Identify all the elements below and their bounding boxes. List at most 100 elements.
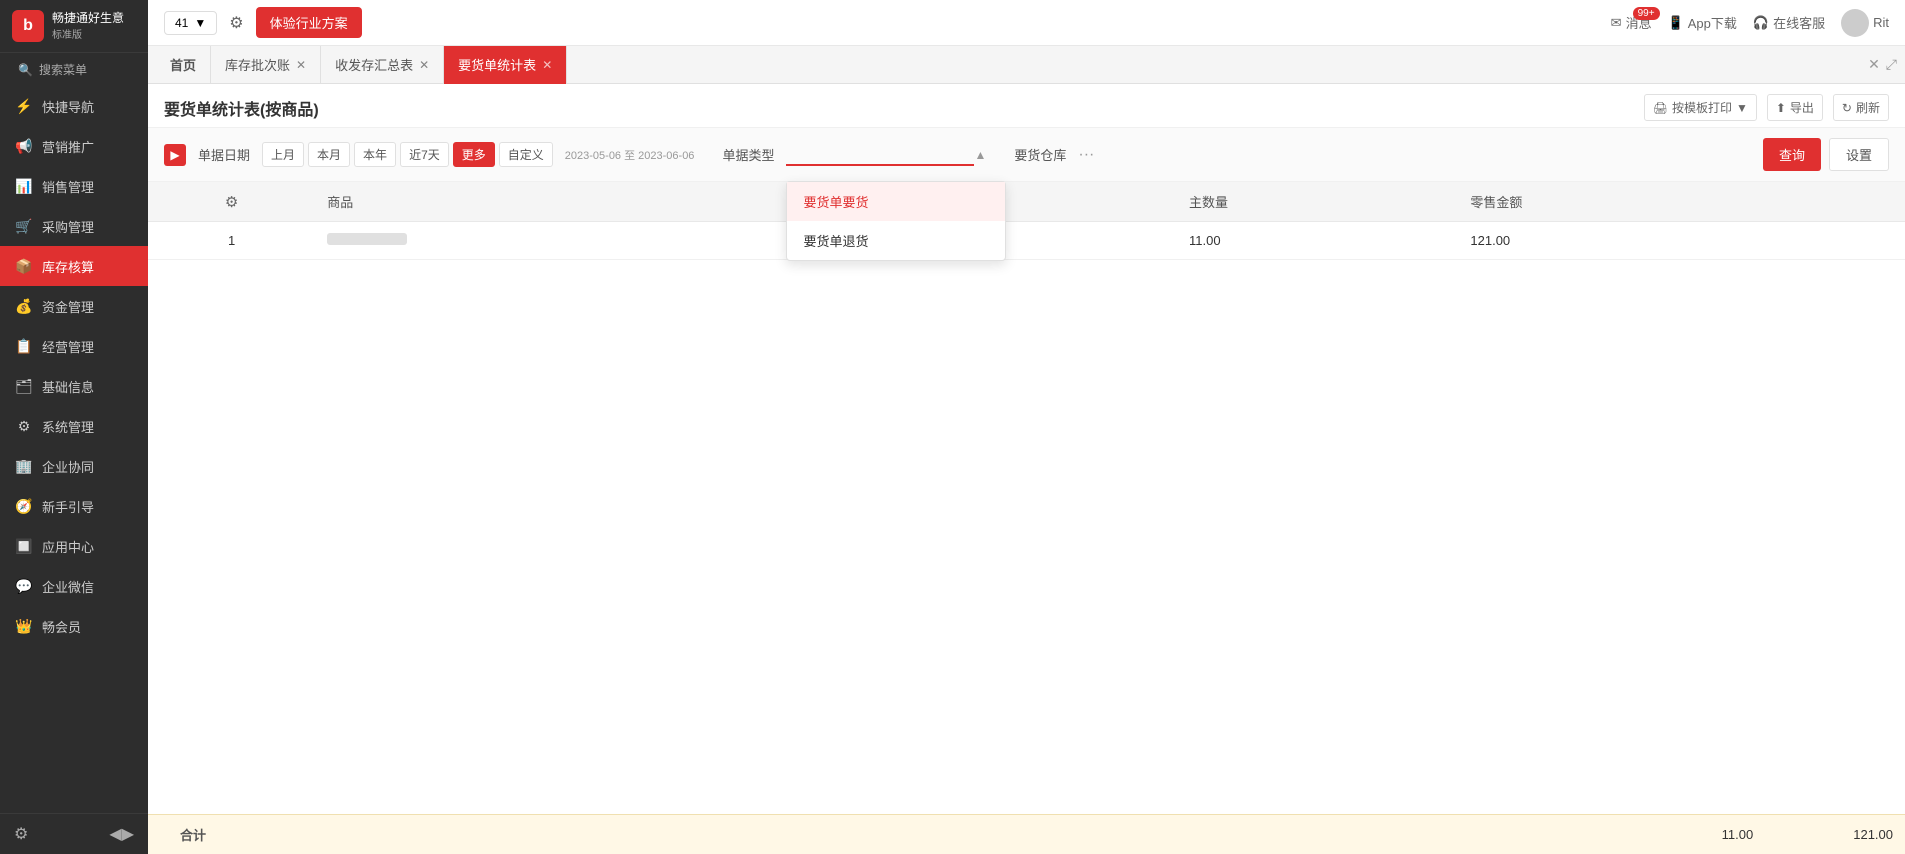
message-btn[interactable]: ✉ 消息 99+ (1611, 13, 1652, 32)
date-filter-label: 单据日期 (198, 145, 250, 164)
online-service-btn[interactable]: 🎧 在线客服 (1753, 13, 1825, 32)
dropdown-item-order-goods[interactable]: 要货单要货 (787, 182, 1005, 221)
topbar-gear-icon[interactable]: ⚙ (229, 13, 243, 33)
type-filter-input[interactable] (786, 143, 974, 166)
sidebar-item-purchase[interactable]: 🛒 采购管理 (0, 206, 148, 246)
refresh-icon: ↻ (1842, 101, 1852, 115)
cell-seq: 1 (148, 222, 315, 260)
page-content: 要货单统计表(按商品) 🖨 按模板打印 ▼ ⬆ 导出 ↻ 刷新 ▶ (148, 84, 1905, 854)
tab-expand-icon[interactable]: ⤢ (1886, 56, 1897, 73)
cell-amount: 121.00 (1458, 222, 1797, 260)
page-title: 要货单统计表(按商品) (164, 96, 319, 120)
purchase-icon: 🛒 (14, 216, 34, 236)
app-center-icon: 🔲 (14, 536, 34, 556)
cell-product (315, 222, 779, 260)
footer-qty-value: 11.00 (1722, 827, 1754, 842)
settings-icon[interactable]: ⚙ (14, 824, 28, 844)
avatar-image (1841, 9, 1869, 37)
query-btn[interactable]: 查询 (1763, 138, 1821, 171)
date-btn-year[interactable]: 本年 (354, 142, 396, 167)
date-btn-more[interactable]: 更多 (453, 142, 495, 167)
date-btn-current[interactable]: 本月 (308, 142, 350, 167)
tab-home[interactable]: 首页 (156, 46, 211, 84)
headset-icon: 🎧 (1753, 15, 1769, 31)
sidebar-item-operations[interactable]: 📋 经营管理 (0, 326, 148, 366)
expand-filter-btn[interactable]: ▶ (164, 144, 186, 166)
operations-icon: 📋 (14, 336, 34, 356)
finance-icon: 💰 (14, 296, 34, 316)
sidebar-item-inventory[interactable]: 📦 库存核算 (0, 246, 148, 286)
export-btn[interactable]: ⬆ 导出 (1767, 94, 1823, 121)
dropdown-item-order-return[interactable]: 要货单退货 (787, 221, 1005, 260)
warehouse-filter-dots[interactable]: ··· (1078, 146, 1094, 164)
org-selector[interactable]: 41 ▼ (164, 11, 217, 35)
sidebar-item-system[interactable]: ⚙ 系统管理 (0, 406, 148, 446)
table-header-row: ⚙ 商品 主计量单位 主数量 零售金额 (148, 182, 1905, 222)
date-range-display: 2023-05-06 至 2023-06-06 (565, 147, 695, 163)
sidebar-bottom: ⚙ ◀▶ (0, 813, 148, 854)
message-icon: ✉ (1611, 15, 1622, 31)
sidebar-item-wechat[interactable]: 💬 企业微信 (0, 566, 148, 606)
sidebar-item-marketing[interactable]: 📢 营销推广 (0, 126, 148, 166)
filter-bar: ▶ 单据日期 上月 本月 本年 近7天 更多 自定义 2023-05-06 至 … (148, 128, 1905, 182)
type-dropdown-arrow[interactable]: ▲ (974, 148, 986, 162)
footer-total-label: 合计 (180, 825, 206, 844)
collapse-icon[interactable]: ◀▶ (109, 824, 134, 844)
sidebar-logo: b 畅捷通好生意 标准版 (0, 0, 148, 53)
phone-icon: 📱 (1668, 15, 1684, 31)
col-seq-header: ⚙ (148, 182, 315, 222)
date-btn-up[interactable]: 上月 (262, 142, 304, 167)
tab-close-collect-summary[interactable]: ✕ (419, 58, 429, 72)
print-btn[interactable]: 🖨 按模板打印 ▼ (1644, 94, 1757, 121)
inventory-icon: 📦 (14, 256, 34, 276)
app-download-btn[interactable]: 📱 App下载 (1668, 13, 1737, 32)
wechat-icon: 💬 (14, 576, 34, 596)
date-buttons: 上月 本月 本年 近7天 更多 自定义 (262, 142, 553, 167)
quick-nav-icon: ⚡ (14, 96, 34, 116)
sidebar-item-sales[interactable]: 📊 销售管理 (0, 166, 148, 206)
tab-collect-summary[interactable]: 收发存汇总表 ✕ (321, 46, 444, 84)
topbar-left: 41 ▼ ⚙ 体验行业方案 (164, 7, 362, 38)
col-qty-header: 主数量 (1177, 182, 1458, 222)
filter-actions: 查询 设置 (1763, 138, 1889, 171)
product-placeholder (327, 233, 407, 245)
tab-inventory-batch[interactable]: 库存批次账 ✕ (211, 46, 321, 84)
sidebar-item-quick-nav[interactable]: ⚡ 快捷导航 (0, 86, 148, 126)
user-avatar[interactable]: Rit (1841, 9, 1889, 37)
tab-close-inventory-batch[interactable]: ✕ (296, 58, 306, 72)
sidebar-item-guide[interactable]: 🧭 新手引导 (0, 486, 148, 526)
enterprise-icon: 🏢 (14, 456, 34, 476)
tab-window-icon[interactable]: ✕ (1868, 56, 1880, 73)
cell-qty: 11.00 (1177, 222, 1458, 260)
marketing-icon: 📢 (14, 136, 34, 156)
app-logo-icon: b (12, 10, 44, 42)
sidebar-item-member[interactable]: 👑 畅会员 (0, 606, 148, 646)
col-product-header: 商品 (315, 182, 779, 222)
table-row: 1 块 11.00 121.00 (148, 222, 1905, 260)
setting-btn[interactable]: 设置 (1829, 138, 1889, 171)
cell-extra (1798, 222, 1905, 260)
data-table: ⚙ 商品 主计量单位 主数量 零售金额 1 (148, 182, 1905, 260)
table-footer: 合计 11.00 121.00 (148, 814, 1905, 854)
print-chevron-icon: ▼ (1736, 101, 1748, 115)
tabbar: 首页 库存批次账 ✕ 收发存汇总表 ✕ 要货单统计表 ✕ ✕ ⤢ (148, 46, 1905, 84)
date-btn-custom[interactable]: 自定义 (499, 142, 553, 167)
sidebar-search[interactable]: 🔍 搜索菜单 (0, 53, 148, 86)
tab-close-order-stats[interactable]: ✕ (542, 58, 552, 72)
date-btn-7days[interactable]: 近7天 (400, 142, 449, 167)
footer-amount-value: 121.00 (1853, 827, 1893, 842)
sidebar: b 畅捷通好生意 标准版 🔍 搜索菜单 ⚡ 快捷导航 📢 营销推广 📊 销售管理… (0, 0, 148, 854)
page-header: 要货单统计表(按商品) 🖨 按模板打印 ▼ ⬆ 导出 ↻ 刷新 (148, 84, 1905, 128)
sidebar-item-base-info[interactable]: 🗂 基础信息 (0, 366, 148, 406)
refresh-btn[interactable]: ↻ 刷新 (1833, 94, 1889, 121)
sidebar-item-enterprise[interactable]: 🏢 企业协同 (0, 446, 148, 486)
sidebar-logo-text: 畅捷通好生意 标准版 (52, 11, 124, 42)
selector-chevron-icon: ▼ (194, 16, 206, 30)
col-settings-icon[interactable]: ⚙ (225, 194, 238, 211)
trial-btn[interactable]: 体验行业方案 (256, 7, 362, 38)
sidebar-item-app-center[interactable]: 🔲 应用中心 (0, 526, 148, 566)
tab-order-stats[interactable]: 要货单统计表 ✕ (444, 46, 567, 84)
page-actions: 🖨 按模板打印 ▼ ⬆ 导出 ↻ 刷新 (1644, 94, 1889, 121)
col-extra-header (1798, 182, 1905, 222)
sidebar-item-finance[interactable]: 💰 资金管理 (0, 286, 148, 326)
